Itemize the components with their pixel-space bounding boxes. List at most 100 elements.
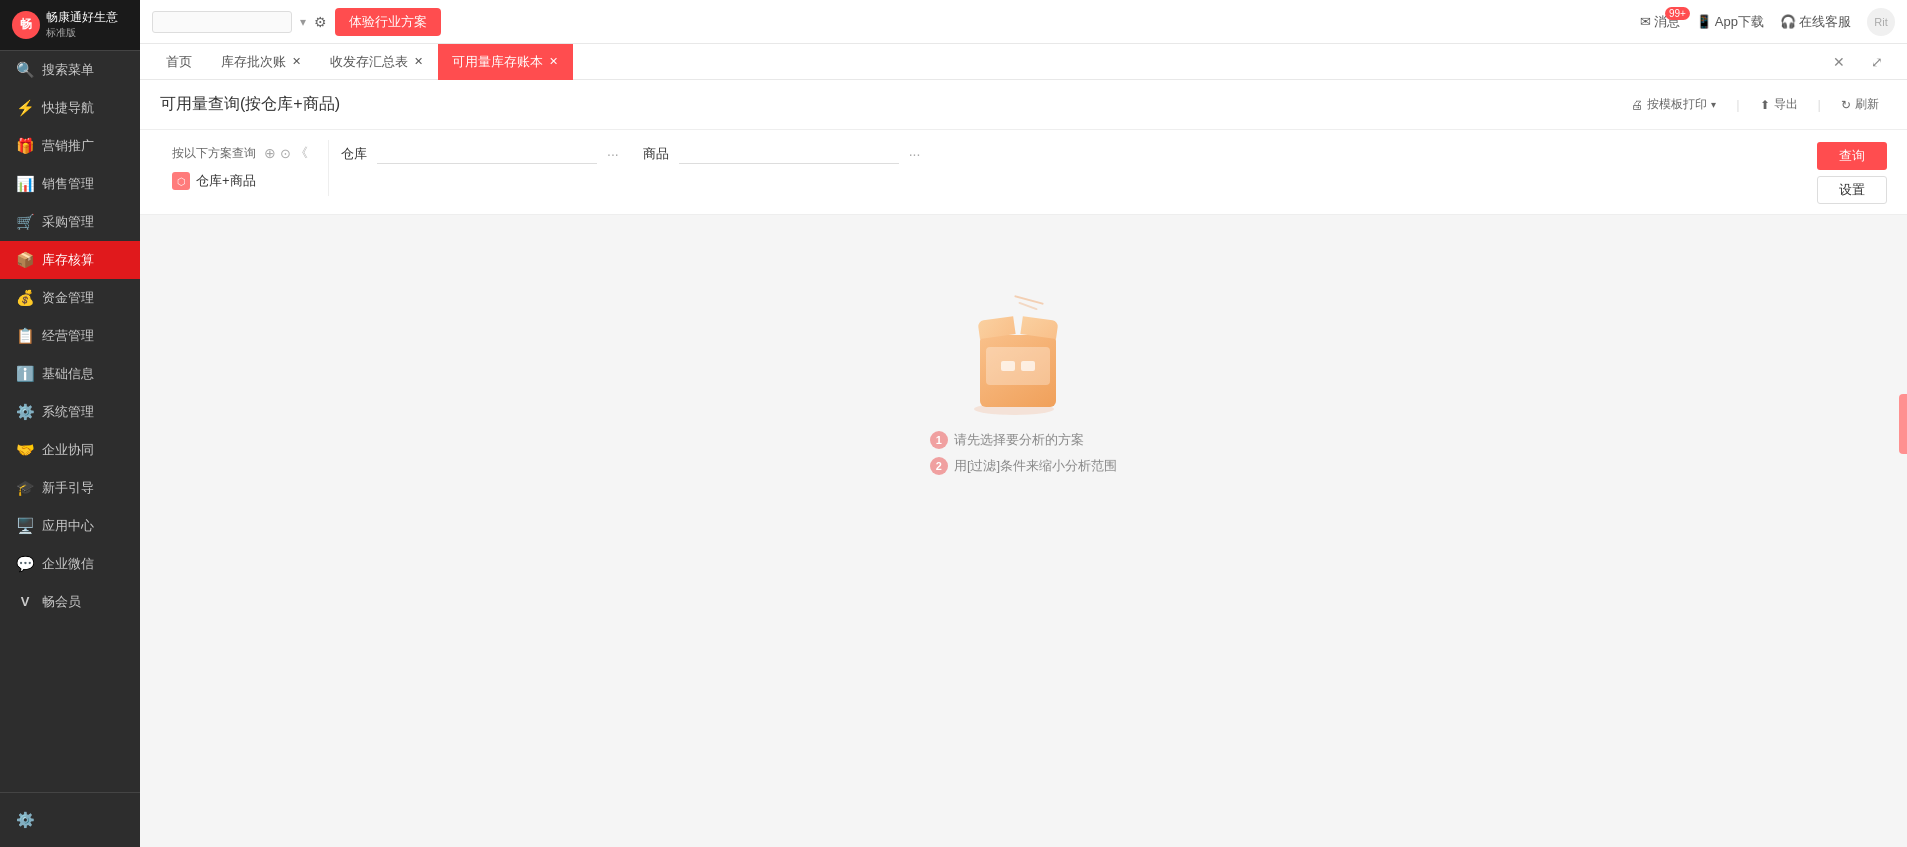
right-scroll-bar[interactable] bbox=[1899, 394, 1907, 454]
sidebar-item-wechat[interactable]: 💬 企业微信 bbox=[0, 545, 140, 583]
clipboard-icon: 📋 bbox=[16, 327, 34, 345]
export-button[interactable]: ⬆ 导出 bbox=[1752, 92, 1806, 117]
sidebar-item-label: 企业协同 bbox=[42, 441, 94, 459]
settings-button[interactable]: 设置 bbox=[1817, 176, 1887, 204]
gift-icon: 🎁 bbox=[16, 137, 34, 155]
sidebar-bottom-item[interactable]: ⚙️ bbox=[0, 801, 140, 839]
sidebar-item-basics[interactable]: ℹ️ 基础信息 bbox=[0, 355, 140, 393]
export-icon: ⬆ bbox=[1760, 98, 1770, 112]
sidebar-header: 畅 畅康通好生意 标准版 bbox=[0, 0, 140, 51]
maximize-window-button[interactable]: ⤢ bbox=[1859, 44, 1895, 80]
app-info: 畅康通好生意 标准版 bbox=[46, 10, 118, 40]
print-template-button[interactable]: 🖨 按模板打印 ▾ bbox=[1623, 92, 1724, 117]
sidebar: 畅 畅康通好生意 标准版 🔍 搜索菜单 ⚡ 快捷导航 🎁 营销推广 📊 销售管理… bbox=[0, 0, 140, 847]
graduation-icon: 🎓 bbox=[16, 479, 34, 497]
gear-icon: ⚙️ bbox=[16, 403, 34, 421]
printer-icon: 🖨 bbox=[1631, 98, 1643, 112]
topbar-chevron-icon[interactable]: ▾ bbox=[300, 15, 306, 29]
refresh-button[interactable]: ↻ 刷新 bbox=[1833, 92, 1887, 117]
chart-icon: 📊 bbox=[16, 175, 34, 193]
tab-close-icon[interactable]: ✕ bbox=[414, 55, 423, 68]
sidebar-bottom: ⚙️ bbox=[0, 792, 140, 847]
product-input[interactable] bbox=[679, 144, 899, 164]
product-field: 商品 ··· bbox=[643, 144, 921, 164]
tab-close-icon[interactable]: ✕ bbox=[292, 55, 301, 68]
money-icon: 💰 bbox=[16, 289, 34, 307]
page-title: 可用量查询(按仓库+商品) bbox=[160, 94, 340, 115]
sidebar-item-members[interactable]: V 畅会员 bbox=[0, 583, 140, 621]
query-button[interactable]: 查询 bbox=[1817, 142, 1887, 170]
warehouse-label: 仓库 bbox=[341, 145, 371, 163]
topbar: ▾ ⚙ 体验行业方案 ✉ 消息 99+ 📱 App下载 🎧 在线客服 Rit bbox=[140, 0, 1907, 44]
page-content: 可用量查询(按仓库+商品) 🖨 按模板打印 ▾ | ⬆ 导出 | ↻ 刷新 bbox=[140, 80, 1907, 847]
scheme-item-warehouse-product[interactable]: ⬡ 仓库+商品 bbox=[160, 166, 320, 196]
sidebar-item-sales[interactable]: 📊 销售管理 bbox=[0, 165, 140, 203]
sidebar-item-label: 畅会员 bbox=[42, 593, 81, 611]
sidebar-item-search[interactable]: 🔍 搜索菜单 bbox=[0, 51, 140, 89]
close-window-button[interactable]: ✕ bbox=[1821, 44, 1857, 80]
empty-hint-2: 2 用[过滤]条件来缩小分析范围 bbox=[930, 457, 1117, 475]
info-icon: ℹ️ bbox=[16, 365, 34, 383]
notification-button[interactable]: ✉ 消息 99+ bbox=[1640, 13, 1680, 31]
collapse-scheme-icon[interactable]: 《 bbox=[295, 144, 308, 162]
tab-available-qty[interactable]: 可用量库存账本 ✕ bbox=[438, 44, 573, 80]
tab-inventory-batch[interactable]: 库存批次账 ✕ bbox=[207, 44, 316, 80]
main-area: ▾ ⚙ 体验行业方案 ✉ 消息 99+ 📱 App下载 🎧 在线客服 Rit bbox=[140, 0, 1907, 847]
filter-fields: 仓库 ··· 商品 ··· bbox=[341, 140, 1805, 168]
trial-button[interactable]: 体验行业方案 bbox=[335, 8, 441, 36]
sidebar-item-purchase[interactable]: 🛒 采购管理 bbox=[0, 203, 140, 241]
sidebar-item-label: 采购管理 bbox=[42, 213, 94, 231]
settings-bottom-icon: ⚙️ bbox=[16, 811, 34, 829]
product-label: 商品 bbox=[643, 145, 673, 163]
search-area bbox=[152, 11, 292, 33]
tab-label: 可用量库存账本 bbox=[452, 53, 543, 71]
sidebar-item-operations[interactable]: 📋 经营管理 bbox=[0, 317, 140, 355]
product-field-row: 商品 ··· bbox=[643, 144, 921, 164]
sidebar-item-label: 库存核算 bbox=[42, 251, 94, 269]
warehouse-input[interactable] bbox=[377, 144, 597, 164]
tab-summary[interactable]: 收发存汇总表 ✕ bbox=[316, 44, 438, 80]
sidebar-item-label: 资金管理 bbox=[42, 289, 94, 307]
bell-icon: ✉ bbox=[1640, 14, 1651, 29]
notification-badge: 99+ bbox=[1665, 7, 1690, 20]
settings-scheme-icon[interactable]: ⊙ bbox=[280, 146, 291, 161]
empty-hint-1: 1 请先选择要分析的方案 bbox=[930, 431, 1117, 449]
user-avatar[interactable]: Rit bbox=[1867, 8, 1895, 36]
sidebar-item-shortcuts[interactable]: ⚡ 快捷导航 bbox=[0, 89, 140, 127]
sidebar-item-finance[interactable]: 💰 资金管理 bbox=[0, 279, 140, 317]
sidebar-item-apps[interactable]: 🖥️ 应用中心 bbox=[0, 507, 140, 545]
topbar-gear-icon[interactable]: ⚙ bbox=[314, 14, 327, 30]
sidebar-item-inventory[interactable]: 📦 库存核算 bbox=[0, 241, 140, 279]
monitor-icon: 🖥️ bbox=[16, 517, 34, 535]
sidebar-item-label: 快捷导航 bbox=[42, 99, 94, 117]
tab-label: 库存批次账 bbox=[221, 53, 286, 71]
headset-icon: 🎧 bbox=[1780, 14, 1796, 29]
online-service-button[interactable]: 🎧 在线客服 bbox=[1780, 13, 1851, 31]
sidebar-item-label: 经营管理 bbox=[42, 327, 94, 345]
avatar-text: Rit bbox=[1874, 16, 1887, 28]
product-more-icon[interactable]: ··· bbox=[909, 146, 921, 162]
topbar-search-input[interactable] bbox=[152, 11, 292, 33]
cart-icon: 🛒 bbox=[16, 213, 34, 231]
handshake-icon: 🤝 bbox=[16, 441, 34, 459]
tab-home[interactable]: 首页 bbox=[152, 44, 207, 80]
refresh-label: 刷新 bbox=[1855, 96, 1879, 113]
vip-icon: V bbox=[16, 594, 34, 609]
page-header-actions: 🖨 按模板打印 ▾ | ⬆ 导出 | ↻ 刷新 bbox=[1623, 92, 1887, 117]
topbar-right: ✉ 消息 99+ 📱 App下载 🎧 在线客服 Rit bbox=[1640, 8, 1895, 36]
sidebar-item-enterprise[interactable]: 🤝 企业协同 bbox=[0, 431, 140, 469]
warehouse-more-icon[interactable]: ··· bbox=[607, 146, 619, 162]
sidebar-item-label: 企业微信 bbox=[42, 555, 94, 573]
online-service-label: 在线客服 bbox=[1799, 13, 1851, 31]
sidebar-item-system[interactable]: ⚙️ 系统管理 bbox=[0, 393, 140, 431]
app-download-button[interactable]: 📱 App下载 bbox=[1696, 13, 1764, 31]
sidebar-item-label: 系统管理 bbox=[42, 403, 94, 421]
add-scheme-icon[interactable]: ⊕ bbox=[264, 145, 276, 161]
tab-close-icon[interactable]: ✕ bbox=[549, 55, 558, 68]
export-label: 导出 bbox=[1774, 96, 1798, 113]
sidebar-item-marketing[interactable]: 🎁 营销推广 bbox=[0, 127, 140, 165]
warehouse-field-row: 仓库 ··· bbox=[341, 144, 619, 164]
print-chevron-icon: ▾ bbox=[1711, 99, 1716, 110]
sidebar-item-label: 营销推广 bbox=[42, 137, 94, 155]
sidebar-item-guide[interactable]: 🎓 新手引导 bbox=[0, 469, 140, 507]
